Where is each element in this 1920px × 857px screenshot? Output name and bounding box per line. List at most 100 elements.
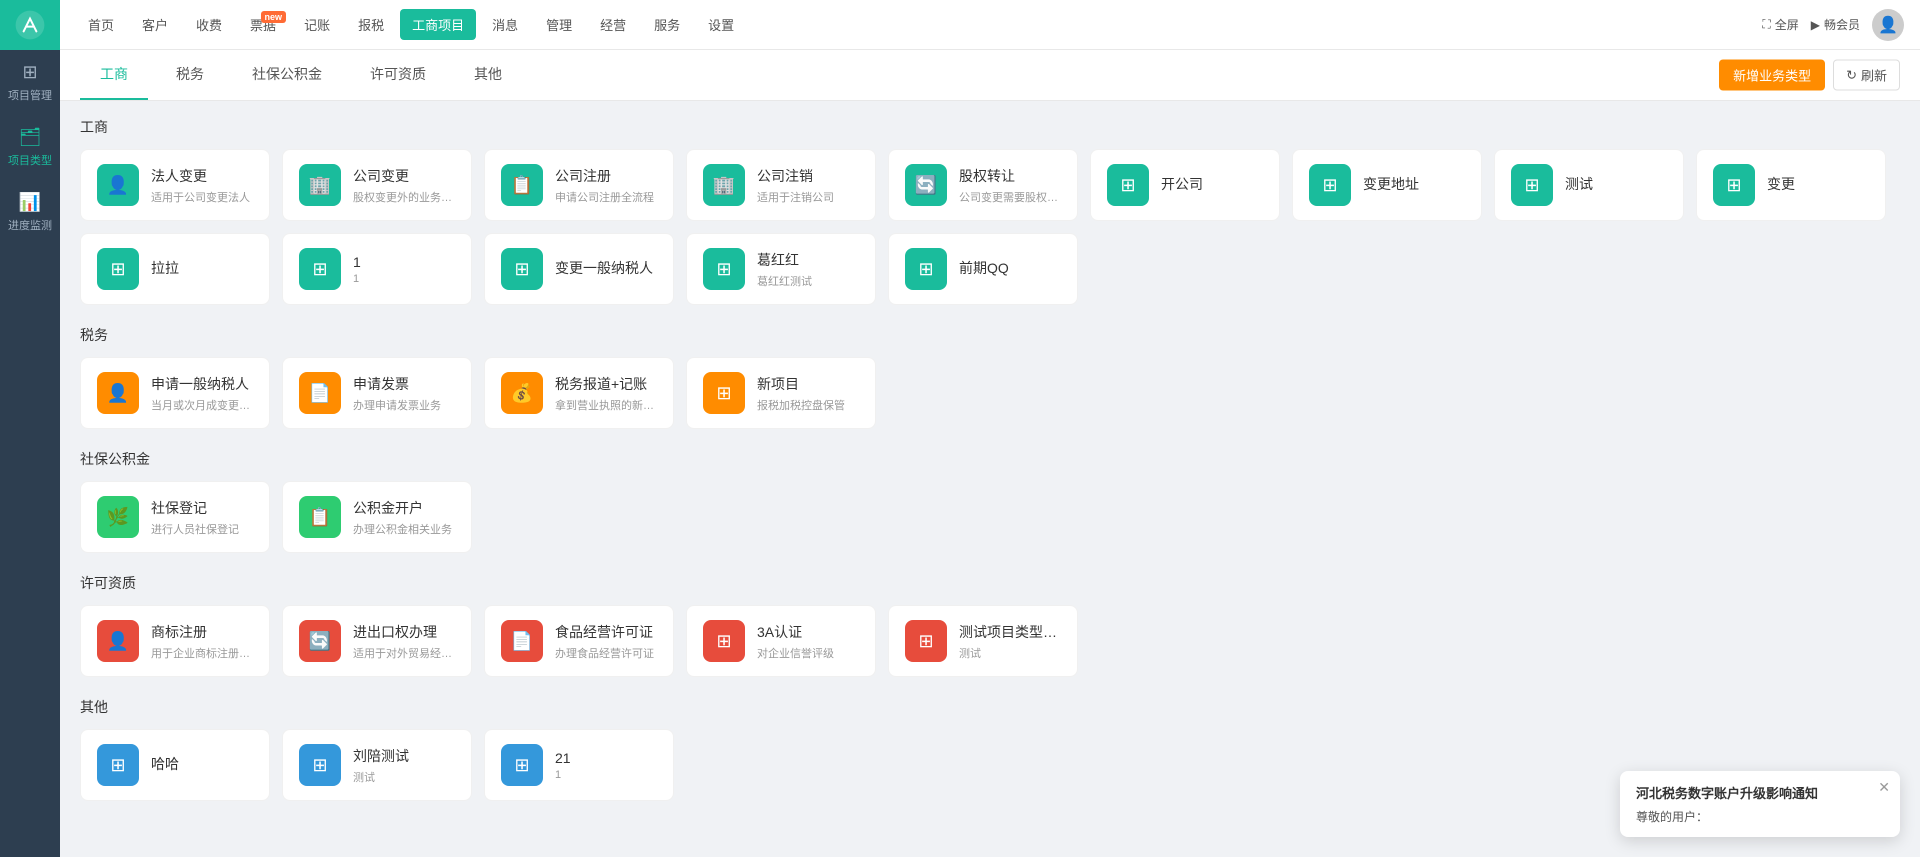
top-nav: 首页 客户 收费 票据 new 记账 报税 工商项目 消息 管理 经营 服务 设…	[60, 0, 1920, 50]
subtab-social[interactable]: 社保公积金	[232, 50, 342, 100]
card-icon-haha: ⊞	[97, 744, 139, 786]
card-legal-change[interactable]: 👤 法人变更 适用于公司变更法人	[80, 149, 270, 221]
card-title-fund-open: 公积金开户	[353, 498, 455, 518]
nav-settings[interactable]: 设置	[696, 9, 746, 40]
fullscreen-icon: ⛶	[1762, 17, 1770, 32]
card-desc-company-cancel: 适用于注销公司	[757, 189, 859, 205]
card-import-export[interactable]: 🔄 进出口权办理 适用于对外贸易经营者	[282, 605, 472, 677]
refresh-button[interactable]: ↻ 刷新	[1833, 60, 1900, 91]
nav-management[interactable]: 管理	[534, 9, 584, 40]
card-trademark[interactable]: 👤 商标注册 用于企业商标注册服务	[80, 605, 270, 677]
card-change-taxpayer[interactable]: ⊞ 变更一般纳税人	[484, 233, 674, 305]
nav-message[interactable]: 消息	[480, 9, 530, 40]
card-food-permit[interactable]: 📄 食品经营许可证 办理食品经营许可证	[484, 605, 674, 677]
nav-customer[interactable]: 客户	[130, 9, 180, 40]
card-desc-apply-taxpayer: 当月或次月成变更完成	[151, 397, 253, 413]
sidebar: ⊞ 项目管理 🗂 项目类型 📊 进度监测	[0, 0, 60, 857]
card-equity-transfer[interactable]: 🔄 股权转让 公司变更需要股权转让	[888, 149, 1078, 221]
main-area: 首页 客户 收费 票据 new 记账 报税 工商项目 消息 管理 经营 服务 设…	[60, 0, 1920, 857]
nav-accounting[interactable]: 记账	[292, 9, 342, 40]
new-type-button[interactable]: 新增业务类型	[1719, 60, 1825, 91]
card-new-project[interactable]: ⊞ 新项目 报税加税控盘保管	[686, 357, 876, 429]
card-desc-one: 1	[353, 273, 455, 285]
sidebar-item-progress[interactable]: 📊 进度监测	[0, 180, 60, 245]
card-desc-legal-change: 适用于公司变更法人	[151, 189, 253, 205]
card-title-new-project: 新项目	[757, 374, 859, 394]
card-desc-equity: 公司变更需要股权转让	[959, 189, 1061, 205]
subtab-permit[interactable]: 许可资质	[350, 50, 446, 100]
card-desc-test-project-type: 测试	[959, 645, 1061, 661]
card-liupei[interactable]: ⊞ 刘陪测试 测试	[282, 729, 472, 801]
avatar-icon: 👤	[1878, 15, 1898, 35]
sidebar-logo[interactable]	[0, 0, 60, 50]
card-icon-company-register: 📋	[501, 164, 543, 206]
card-desc-company-change: 股权变更外的业务变更	[353, 189, 455, 205]
cards-grid-social: 🌿 社保登记 进行人员社保登记 📋 公积金开户 办理公积金相关业务	[80, 481, 1900, 553]
notification-close-btn[interactable]: ✕	[1878, 779, 1890, 796]
card-title-one: 1	[353, 254, 455, 270]
section-title-social: 社保公积金	[80, 449, 1900, 469]
card-icon-change-taxpayer: ⊞	[501, 248, 543, 290]
card-icon-company-cancel: 🏢	[703, 164, 745, 206]
card-company-register[interactable]: 📋 公司注册 申请公司注册全流程	[484, 149, 674, 221]
card-fund-open[interactable]: 📋 公积金开户 办理公积金相关业务	[282, 481, 472, 553]
card-lala[interactable]: ⊞ 拉拉	[80, 233, 270, 305]
card-icon-apply-taxpayer: 👤	[97, 372, 139, 414]
card-icon-liupei: ⊞	[299, 744, 341, 786]
nav-billing[interactable]: 收费	[184, 9, 234, 40]
card-test[interactable]: ⊞ 测试	[1494, 149, 1684, 221]
card-gehonghong[interactable]: ⊞ 葛红红 葛红红测试	[686, 233, 876, 305]
card-apply-taxpayer[interactable]: 👤 申请一般纳税人 当月或次月成变更完成	[80, 357, 270, 429]
section-title-industry: 工商	[80, 117, 1900, 137]
card-change-address[interactable]: ⊞ 变更地址	[1292, 149, 1482, 221]
card-icon-3a-cert: ⊞	[703, 620, 745, 662]
card-icon-change: ⊞	[1713, 164, 1755, 206]
subtab-industry[interactable]: 工商	[80, 50, 148, 100]
card-twentyone[interactable]: ⊞ 21 1	[484, 729, 674, 801]
refresh-icon: ↻	[1846, 67, 1857, 83]
card-company-change[interactable]: 🏢 公司变更 股权变更外的业务变更	[282, 149, 472, 221]
card-title-qianqi: 前期QQ	[959, 258, 1061, 278]
subtab-tax[interactable]: 税务	[156, 50, 224, 100]
card-icon-import-export: 🔄	[299, 620, 341, 662]
card-desc-new-project: 报税加税控盘保管	[757, 397, 859, 413]
card-desc-gehonghong: 葛红红测试	[757, 273, 859, 289]
card-open-company[interactable]: ⊞ 开公司	[1090, 149, 1280, 221]
nav-industry[interactable]: 工商项目	[400, 9, 476, 40]
card-tax-report[interactable]: 💰 税务报道+记账 拿到营业执照的新公司	[484, 357, 674, 429]
nav-service[interactable]: 服务	[642, 9, 692, 40]
sidebar-item-project-mgmt[interactable]: ⊞ 项目管理	[0, 50, 60, 115]
card-title-twentyone: 21	[555, 750, 657, 766]
nav-invoice[interactable]: 票据 new	[238, 9, 288, 40]
card-title-test: 测试	[1565, 174, 1667, 194]
subtab-other[interactable]: 其他	[454, 50, 522, 100]
card-haha[interactable]: ⊞ 哈哈	[80, 729, 270, 801]
card-social-register[interactable]: 🌿 社保登记 进行人员社保登记	[80, 481, 270, 553]
card-title-company-cancel: 公司注销	[757, 166, 859, 186]
card-title-change: 变更	[1767, 174, 1869, 194]
nav-tax[interactable]: 报税	[346, 9, 396, 40]
card-change[interactable]: ⊞ 变更	[1696, 149, 1886, 221]
nav-operation[interactable]: 经营	[588, 9, 638, 40]
card-3a-cert[interactable]: ⊞ 3A认证 对企业信誉评级	[686, 605, 876, 677]
card-icon-social-register: 🌿	[97, 496, 139, 538]
card-title-apply-invoice: 申请发票	[353, 374, 455, 394]
sidebar-item-project-type[interactable]: 🗂 项目类型	[0, 115, 60, 180]
card-desc-trademark: 用于企业商标注册服务	[151, 645, 253, 661]
main-content: 工商 👤 法人变更 适用于公司变更法人 🏢 公司变更 股权变更外的业务变更	[60, 101, 1920, 837]
fullscreen-btn[interactable]: ⛶ 全屏	[1762, 16, 1798, 33]
card-title-trademark: 商标注册	[151, 622, 253, 642]
nav-home[interactable]: 首页	[76, 9, 126, 40]
card-one[interactable]: ⊞ 1 1	[282, 233, 472, 305]
card-icon-fund-open: 📋	[299, 496, 341, 538]
card-title-legal-change: 法人变更	[151, 166, 253, 186]
card-company-cancel[interactable]: 🏢 公司注销 适用于注销公司	[686, 149, 876, 221]
card-test-project-type[interactable]: ⊞ 测试项目类型目定义 测试	[888, 605, 1078, 677]
card-icon-equity: 🔄	[905, 164, 947, 206]
card-qianqi[interactable]: ⊞ 前期QQ	[888, 233, 1078, 305]
vip-btn[interactable]: ▶ 畅会员	[1811, 16, 1860, 33]
avatar[interactable]: 👤	[1872, 9, 1904, 41]
vip-icon: ▶	[1811, 18, 1820, 32]
content-area: 工商 税务 社保公积金 许可资质 其他 新增业务类型 ↻ 刷新 工商 👤 法人变…	[60, 50, 1920, 857]
card-apply-invoice[interactable]: 📄 申请发票 办理申请发票业务	[282, 357, 472, 429]
